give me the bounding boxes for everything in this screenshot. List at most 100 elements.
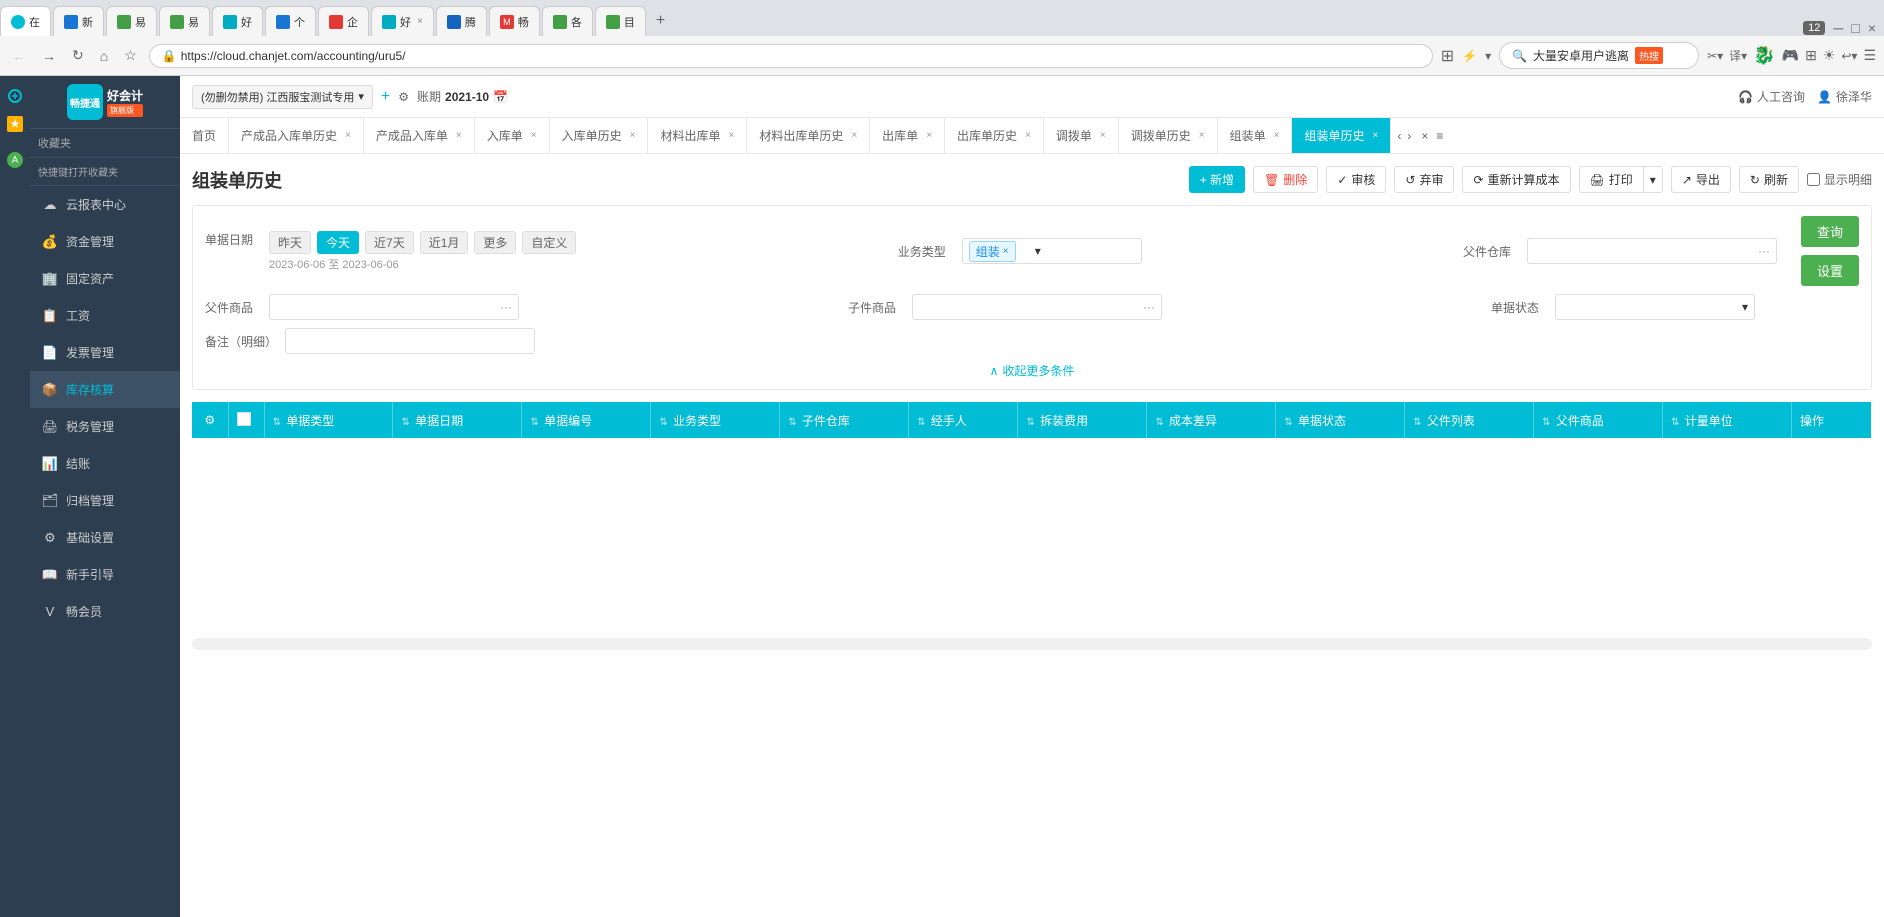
nav-tab-10-close[interactable]: × xyxy=(1199,130,1205,141)
nav-tab-4-close[interactable]: × xyxy=(630,130,636,141)
horizontal-scrollbar[interactable] xyxy=(192,638,1872,650)
nav-tab-5-close[interactable]: × xyxy=(728,130,734,141)
nav-item-finance[interactable]: 💰 资金管理 xyxy=(30,223,180,260)
nav-tab-9[interactable]: 调拨单 × xyxy=(1044,118,1119,154)
sidebar-icon-1[interactable] xyxy=(3,84,27,108)
browser-tab-9[interactable]: M 畅 xyxy=(489,6,540,36)
calendar-icon[interactable]: 📅 xyxy=(493,90,508,104)
parent-goods-field[interactable]: ··· xyxy=(269,294,519,320)
notes-field[interactable] xyxy=(285,328,535,354)
col-bill-date[interactable]: ⇅ 单据日期 xyxy=(393,402,522,438)
url-input[interactable]: 🔒 https://cloud.chanjet.com/accounting/u… xyxy=(149,44,1433,68)
child-goods-more-btn[interactable]: ··· xyxy=(1143,300,1155,314)
select-all-checkbox[interactable] xyxy=(237,412,251,426)
nav-tab-more-icon[interactable]: ≡ xyxy=(1432,129,1447,143)
qr-icon[interactable]: ⊞ xyxy=(1441,46,1454,66)
game-action[interactable]: 🎮 xyxy=(1782,47,1799,64)
date-btn-yesterday[interactable]: 昨天 xyxy=(269,231,311,254)
business-type-tag-remove[interactable]: × xyxy=(1003,246,1009,257)
browser-tab-10[interactable]: 各 xyxy=(542,6,593,36)
nav-tab-12-close[interactable]: × xyxy=(1372,130,1378,141)
business-type-dropdown-arrow[interactable]: ▾ xyxy=(1035,238,1135,264)
nav-tab-3[interactable]: 入库单 × xyxy=(475,118,550,154)
date-btn-7days[interactable]: 近7天 xyxy=(365,231,414,254)
export-btn[interactable]: ↗ 导出 xyxy=(1671,166,1731,193)
col-unit[interactable]: ⇅ 计量单位 xyxy=(1663,402,1792,438)
nav-item-fixed-assets[interactable]: 🏢 固定资产 xyxy=(30,260,180,297)
nav-tab-11-close[interactable]: × xyxy=(1274,130,1280,141)
nav-tab-9-close[interactable]: × xyxy=(1100,130,1106,141)
browser-tab-3[interactable]: 易 xyxy=(159,6,210,36)
minimize-btn[interactable]: ─ xyxy=(1833,20,1843,36)
add-btn[interactable]: + 新增 xyxy=(1189,166,1245,193)
audit-btn[interactable]: ✓ 审核 xyxy=(1326,166,1386,193)
date-btn-custom[interactable]: 自定义 xyxy=(522,231,576,254)
browser-tab-11[interactable]: 目 xyxy=(595,6,646,36)
show-detail-checkbox[interactable] xyxy=(1807,173,1820,186)
nav-item-invoice[interactable]: 📄 发票管理 xyxy=(30,334,180,371)
nav-tab-1-close[interactable]: × xyxy=(345,130,351,141)
browser-tab-4[interactable]: 好 xyxy=(212,6,263,36)
col-bill-type[interactable]: ⇅ 单据类型 xyxy=(264,402,393,438)
parent-warehouse-more-btn[interactable]: ··· xyxy=(1758,244,1770,258)
nav-tab-4[interactable]: 入库单历史 × xyxy=(550,118,649,154)
query-btn[interactable]: 查询 xyxy=(1801,216,1859,247)
browser-tab-6[interactable]: 企 xyxy=(318,6,369,36)
filter-settings-btn[interactable]: 设置 xyxy=(1801,255,1859,286)
nav-tab-6[interactable]: 材料出库单历史 × xyxy=(747,118,870,154)
nav-tab-10[interactable]: 调拨单历史 × xyxy=(1119,118,1218,154)
date-btn-more[interactable]: 更多 xyxy=(474,231,516,254)
close-btn[interactable]: × xyxy=(1868,20,1876,36)
nav-tab-5[interactable]: 材料出库单 × xyxy=(648,118,747,154)
nav-item-settings[interactable]: ⚙ 基础设置 xyxy=(30,519,180,556)
nav-tab-8-close[interactable]: × xyxy=(1025,130,1031,141)
nav-tab-11[interactable]: 组装单 × xyxy=(1218,118,1293,154)
nav-tab-next-arrow[interactable]: › xyxy=(1405,129,1413,143)
abandon-btn[interactable]: ↺ 弃审 xyxy=(1394,166,1454,193)
show-detail-label[interactable]: 显示明细 xyxy=(1807,171,1872,188)
collapse-btn[interactable]: ∧ 收起更多条件 xyxy=(205,362,1859,379)
nav-item-inventory[interactable]: 📦 库存核算 xyxy=(30,371,180,408)
tab-close-7[interactable]: × xyxy=(417,16,423,27)
delete-btn[interactable]: 🗑 删除 xyxy=(1253,166,1318,193)
table-settings-col[interactable]: ⚙ xyxy=(192,402,228,438)
bookmark-btn[interactable]: ☆ xyxy=(120,45,141,66)
service-btn[interactable]: 🎧 人工咨询 xyxy=(1738,88,1805,105)
nav-item-archive[interactable]: 🗂 归档管理 xyxy=(30,482,180,519)
recalc-btn[interactable]: ⟳ 重新计算成本 xyxy=(1462,166,1570,193)
print-dropdown-btn[interactable]: ▾ xyxy=(1643,166,1663,193)
add-company-btn[interactable]: + xyxy=(381,88,390,106)
sidebar-icon-2[interactable]: ★ xyxy=(3,112,27,136)
business-type-field[interactable]: 组装 × ▾ xyxy=(962,238,1142,264)
back-btn[interactable]: ← xyxy=(8,46,30,66)
browser-tab-7[interactable]: 好 × xyxy=(371,6,434,36)
col-parent-goods[interactable]: ⇅ 父件商品 xyxy=(1534,402,1663,438)
col-handler[interactable]: ⇅ 经手人 xyxy=(909,402,1018,438)
forward-btn[interactable]: → xyxy=(38,46,60,66)
nav-tab-7[interactable]: 出库单 × xyxy=(870,118,945,154)
nav-item-cloud-reports[interactable]: ☁ 云报表中心 xyxy=(30,186,180,223)
refresh-btn[interactable]: ↻ 刷新 xyxy=(1739,166,1799,193)
nav-item-close-accounts[interactable]: 📊 结账 xyxy=(30,445,180,482)
col-disassembly-cost[interactable]: ⇅ 拆装费用 xyxy=(1018,402,1147,438)
nav-tab-8[interactable]: 出库单历史 × xyxy=(945,118,1044,154)
nav-tab-2-close[interactable]: × xyxy=(456,130,462,141)
child-goods-field[interactable]: ··· xyxy=(912,294,1162,320)
browser-tab-2[interactable]: 易 xyxy=(106,6,157,36)
nav-item-salary[interactable]: 📋 工资 xyxy=(30,297,180,334)
browser-tab-active[interactable]: 在 xyxy=(0,6,51,36)
col-bill-status[interactable]: ⇅ 单据状态 xyxy=(1276,402,1405,438)
print-btn[interactable]: 🖨 打印 xyxy=(1579,166,1643,193)
nav-tab-7-close[interactable]: × xyxy=(926,130,932,141)
translate-action[interactable]: 译▾ xyxy=(1729,47,1747,64)
grid-action[interactable]: ⊞ xyxy=(1805,47,1817,64)
col-business-type[interactable]: ⇅ 业务类型 xyxy=(651,402,780,438)
browser-tab-1[interactable]: 新 xyxy=(53,6,104,36)
parent-goods-more-btn[interactable]: ··· xyxy=(500,300,512,314)
nav-item-tax[interactable]: 🖨 税务管理 xyxy=(30,408,180,445)
browser-tab-8[interactable]: 腾 xyxy=(436,6,487,36)
boost-icon[interactable]: ⚡ xyxy=(1462,49,1477,63)
col-cost-diff[interactable]: ⇅ 成本差异 xyxy=(1147,402,1276,438)
new-tab-button[interactable]: + xyxy=(648,6,673,36)
nav-tab-home[interactable]: 首页 xyxy=(180,118,229,154)
